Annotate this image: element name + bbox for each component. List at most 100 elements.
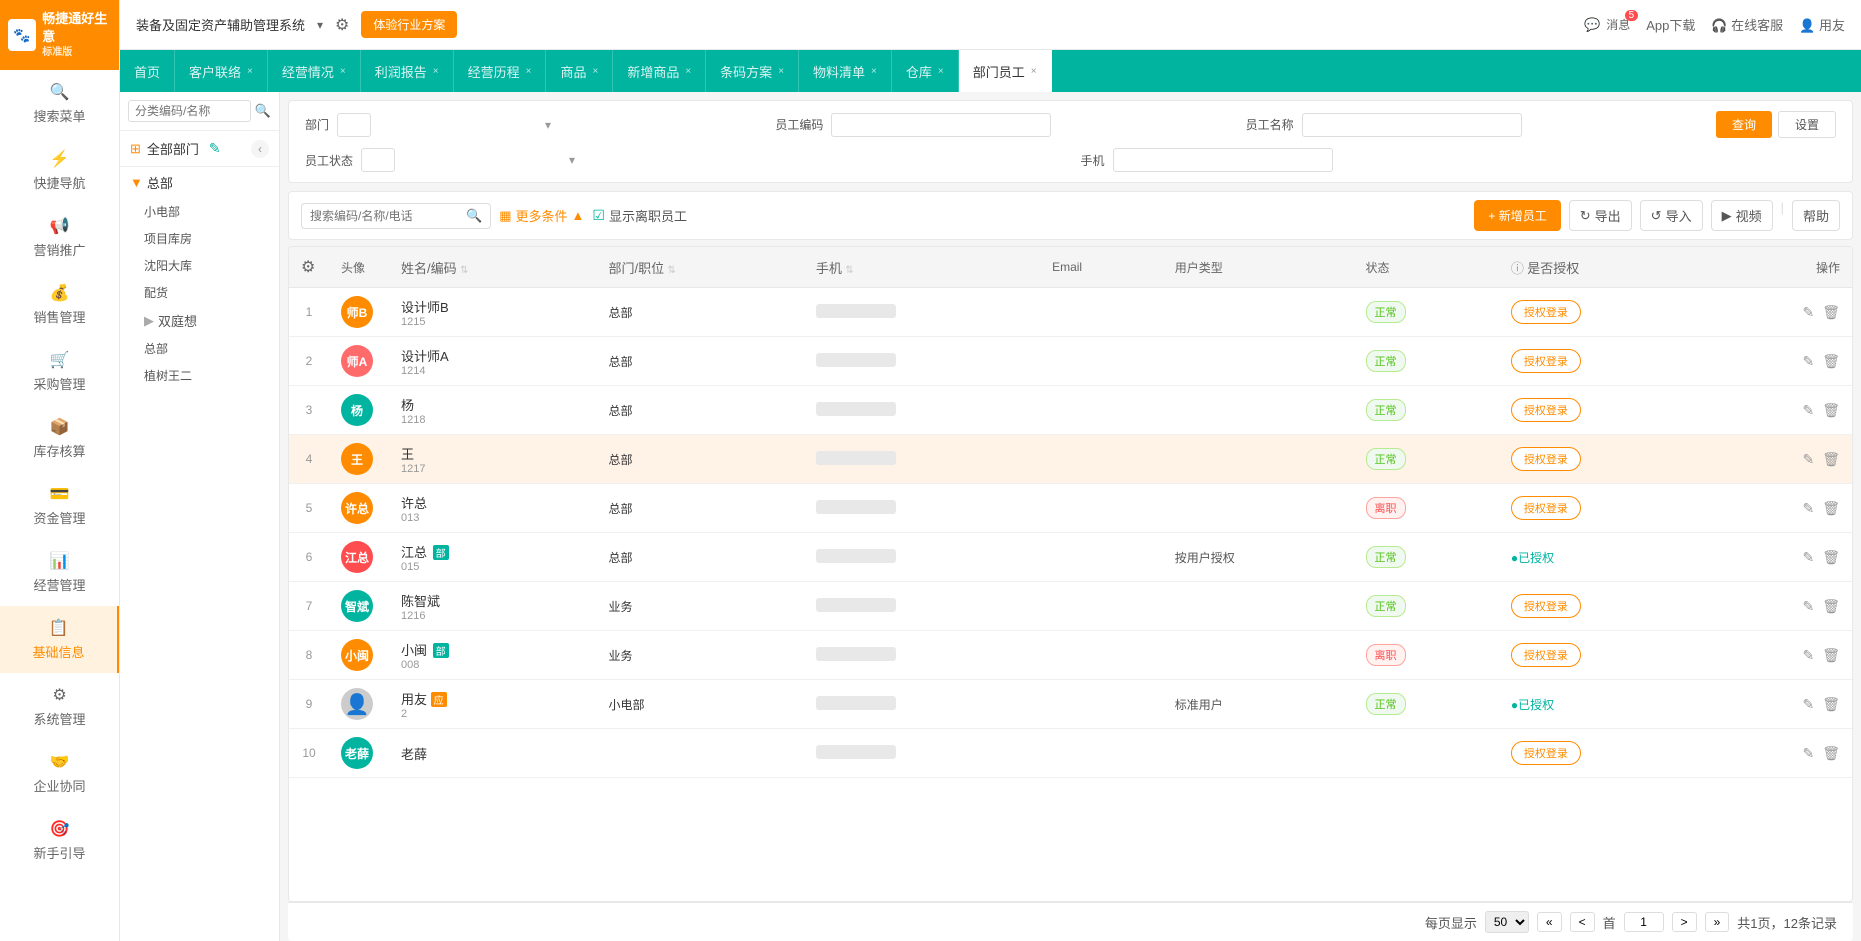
sidebar-item-finance[interactable]: 💳 资金管理 — [0, 472, 119, 539]
message-btn[interactable]: 💬 5 消息 — [1584, 16, 1630, 33]
search-icon[interactable]: 🔍 — [466, 208, 482, 224]
sidebar-item-purchase[interactable]: 🛒 采购管理 — [0, 338, 119, 405]
th-dept[interactable]: 部门/职位 ⇅ — [596, 247, 803, 288]
th-phone[interactable]: 手机 ⇅ — [804, 247, 1040, 288]
close-icon[interactable]: × — [871, 66, 877, 77]
user-avatar[interactable]: 👤 用友 — [1799, 15, 1845, 34]
tree-search-icon[interactable]: 🔍 — [255, 103, 271, 119]
auth-btn[interactable]: 授权登录 — [1511, 643, 1581, 667]
tree-item-xiaodian[interactable]: 小电部 — [120, 198, 279, 225]
settings-icon[interactable]: ⚙ — [335, 15, 349, 35]
prev-page-btn[interactable]: < — [1570, 912, 1595, 932]
delete-btn[interactable]: 🗑 — [1822, 353, 1840, 370]
delete-btn[interactable]: 🗑 — [1822, 304, 1840, 321]
tab-barcode[interactable]: 条码方案× — [706, 50, 799, 92]
auth-btn[interactable]: 授权登录 — [1511, 496, 1581, 520]
tree-header[interactable]: ⊞ 全部部门 ✎ ‹ — [120, 131, 279, 167]
tab-employees[interactable]: 部门员工× — [959, 50, 1052, 92]
add-employee-btn[interactable]: + 新增员工 — [1474, 200, 1560, 231]
edit-btn[interactable]: ✎ — [1802, 402, 1814, 419]
search-input[interactable] — [310, 209, 460, 223]
reset-btn[interactable]: 设置 — [1778, 111, 1836, 138]
close-icon[interactable]: × — [685, 66, 691, 77]
delete-btn[interactable]: 🗑 — [1822, 402, 1840, 419]
emp-code-input[interactable] — [831, 113, 1051, 137]
auth-btn[interactable]: 授权登录 — [1511, 741, 1581, 765]
more-filter-btn[interactable]: ▦ 更多条件 ▲ — [499, 206, 584, 225]
edit-btn[interactable]: ✎ — [1802, 598, 1814, 615]
column-settings-icon[interactable]: ⚙ — [301, 259, 315, 276]
delete-btn[interactable]: 🗑 — [1822, 549, 1840, 566]
sidebar-item-collab[interactable]: 🤝 企业协同 — [0, 740, 119, 807]
sidebar-item-marketing[interactable]: 📢 营销推广 — [0, 204, 119, 271]
tab-goods[interactable]: 商品× — [546, 50, 613, 92]
dept-select[interactable] — [337, 113, 371, 137]
close-icon[interactable]: × — [778, 66, 784, 77]
delete-btn[interactable]: 🗑 — [1822, 647, 1840, 664]
tab-home[interactable]: 首页 — [120, 50, 175, 92]
auth-btn[interactable]: 授权登录 — [1511, 300, 1581, 324]
edit-btn[interactable]: ✎ — [1802, 549, 1814, 566]
sidebar-item-guide[interactable]: 🎯 新手引导 — [0, 807, 119, 874]
tab-bom[interactable]: 物料清单× — [799, 50, 892, 92]
edit-btn[interactable]: ✎ — [1802, 745, 1814, 762]
tab-profit[interactable]: 利润报告× — [361, 50, 454, 92]
show-inactive-toggle[interactable]: ☑ 显示离职员工 — [592, 206, 687, 225]
next-page-btn[interactable]: > — [1672, 912, 1697, 932]
tree-item-shenyang[interactable]: 沈阳大库 — [120, 252, 279, 279]
tab-add-goods[interactable]: 新增商品× — [613, 50, 706, 92]
tree-search-input[interactable] — [128, 100, 251, 122]
sidebar-item-system[interactable]: ⚙ 系统管理 — [0, 673, 119, 740]
phone-input[interactable] — [1113, 148, 1333, 172]
tab-history[interactable]: 经营历程× — [454, 50, 547, 92]
edit-btn[interactable]: ✎ — [1802, 451, 1814, 468]
edit-btn[interactable]: ✎ — [1802, 647, 1814, 664]
close-icon[interactable]: × — [247, 66, 253, 77]
import-btn[interactable]: ↺ 导入 — [1640, 200, 1703, 231]
export-btn[interactable]: ↻ 导出 — [1569, 200, 1632, 231]
close-icon[interactable]: × — [526, 66, 532, 77]
sidebar-item-search[interactable]: 🔍 搜索菜单 — [0, 70, 119, 137]
edit-icon[interactable]: ✎ — [209, 140, 221, 157]
delete-btn[interactable]: 🗑 — [1822, 696, 1840, 713]
sidebar-item-nav[interactable]: ⚡ 快捷导航 — [0, 137, 119, 204]
query-btn[interactable]: 查询 — [1716, 111, 1772, 138]
first-page-btn[interactable]: « — [1537, 912, 1562, 932]
auth-btn[interactable]: 授权登录 — [1511, 349, 1581, 373]
sidebar-item-basic[interactable]: 📋 基础信息 — [0, 606, 119, 673]
sidebar-item-inventory[interactable]: 📦 库存核算 — [0, 405, 119, 472]
delete-btn[interactable]: 🗑 — [1822, 451, 1840, 468]
th-name[interactable]: 姓名/编码 ⇅ — [389, 247, 596, 288]
close-icon[interactable]: × — [938, 66, 944, 77]
auth-btn[interactable]: 授权登录 — [1511, 398, 1581, 422]
close-icon[interactable]: × — [592, 66, 598, 77]
sidebar-item-sales[interactable]: 💰 销售管理 — [0, 271, 119, 338]
last-page-btn[interactable]: » — [1705, 912, 1730, 932]
online-service-btn[interactable]: 🎧 在线客服 — [1711, 15, 1783, 34]
tab-warehouse[interactable]: 仓库× — [892, 50, 959, 92]
delete-btn[interactable]: 🗑 — [1822, 598, 1840, 615]
tree-item-zongbu2[interactable]: 总部 — [120, 335, 279, 362]
status-select[interactable] — [361, 148, 395, 172]
edit-btn[interactable]: ✎ — [1802, 500, 1814, 517]
help-btn[interactable]: 帮助 — [1792, 200, 1840, 231]
edit-btn[interactable]: ✎ — [1802, 696, 1814, 713]
close-icon[interactable]: × — [1031, 66, 1037, 77]
emp-name-input[interactable] — [1302, 113, 1522, 137]
system-dropdown[interactable]: ▾ — [317, 18, 323, 32]
close-icon[interactable]: × — [433, 66, 439, 77]
app-download-btn[interactable]: App下载 — [1646, 15, 1695, 34]
view-btn[interactable]: ▶ 视频 — [1711, 200, 1773, 231]
page-input[interactable] — [1624, 912, 1664, 932]
tree-item-shuangting[interactable]: ▶ 双庭想 — [120, 306, 279, 335]
collapse-btn[interactable]: ‹ — [251, 140, 269, 158]
tree-item-zhishu[interactable]: 植树王二 — [120, 362, 279, 389]
experience-btn[interactable]: 体验行业方案 — [361, 11, 457, 38]
close-icon[interactable]: × — [340, 66, 346, 77]
delete-btn[interactable]: 🗑 — [1822, 745, 1840, 762]
edit-btn[interactable]: ✎ — [1802, 304, 1814, 321]
tree-item-peihuo[interactable]: 配货 — [120, 279, 279, 306]
edit-btn[interactable]: ✎ — [1802, 353, 1814, 370]
auth-btn[interactable]: 授权登录 — [1511, 594, 1581, 618]
tree-group-zongbu[interactable]: ▼ 总部 — [120, 167, 279, 198]
